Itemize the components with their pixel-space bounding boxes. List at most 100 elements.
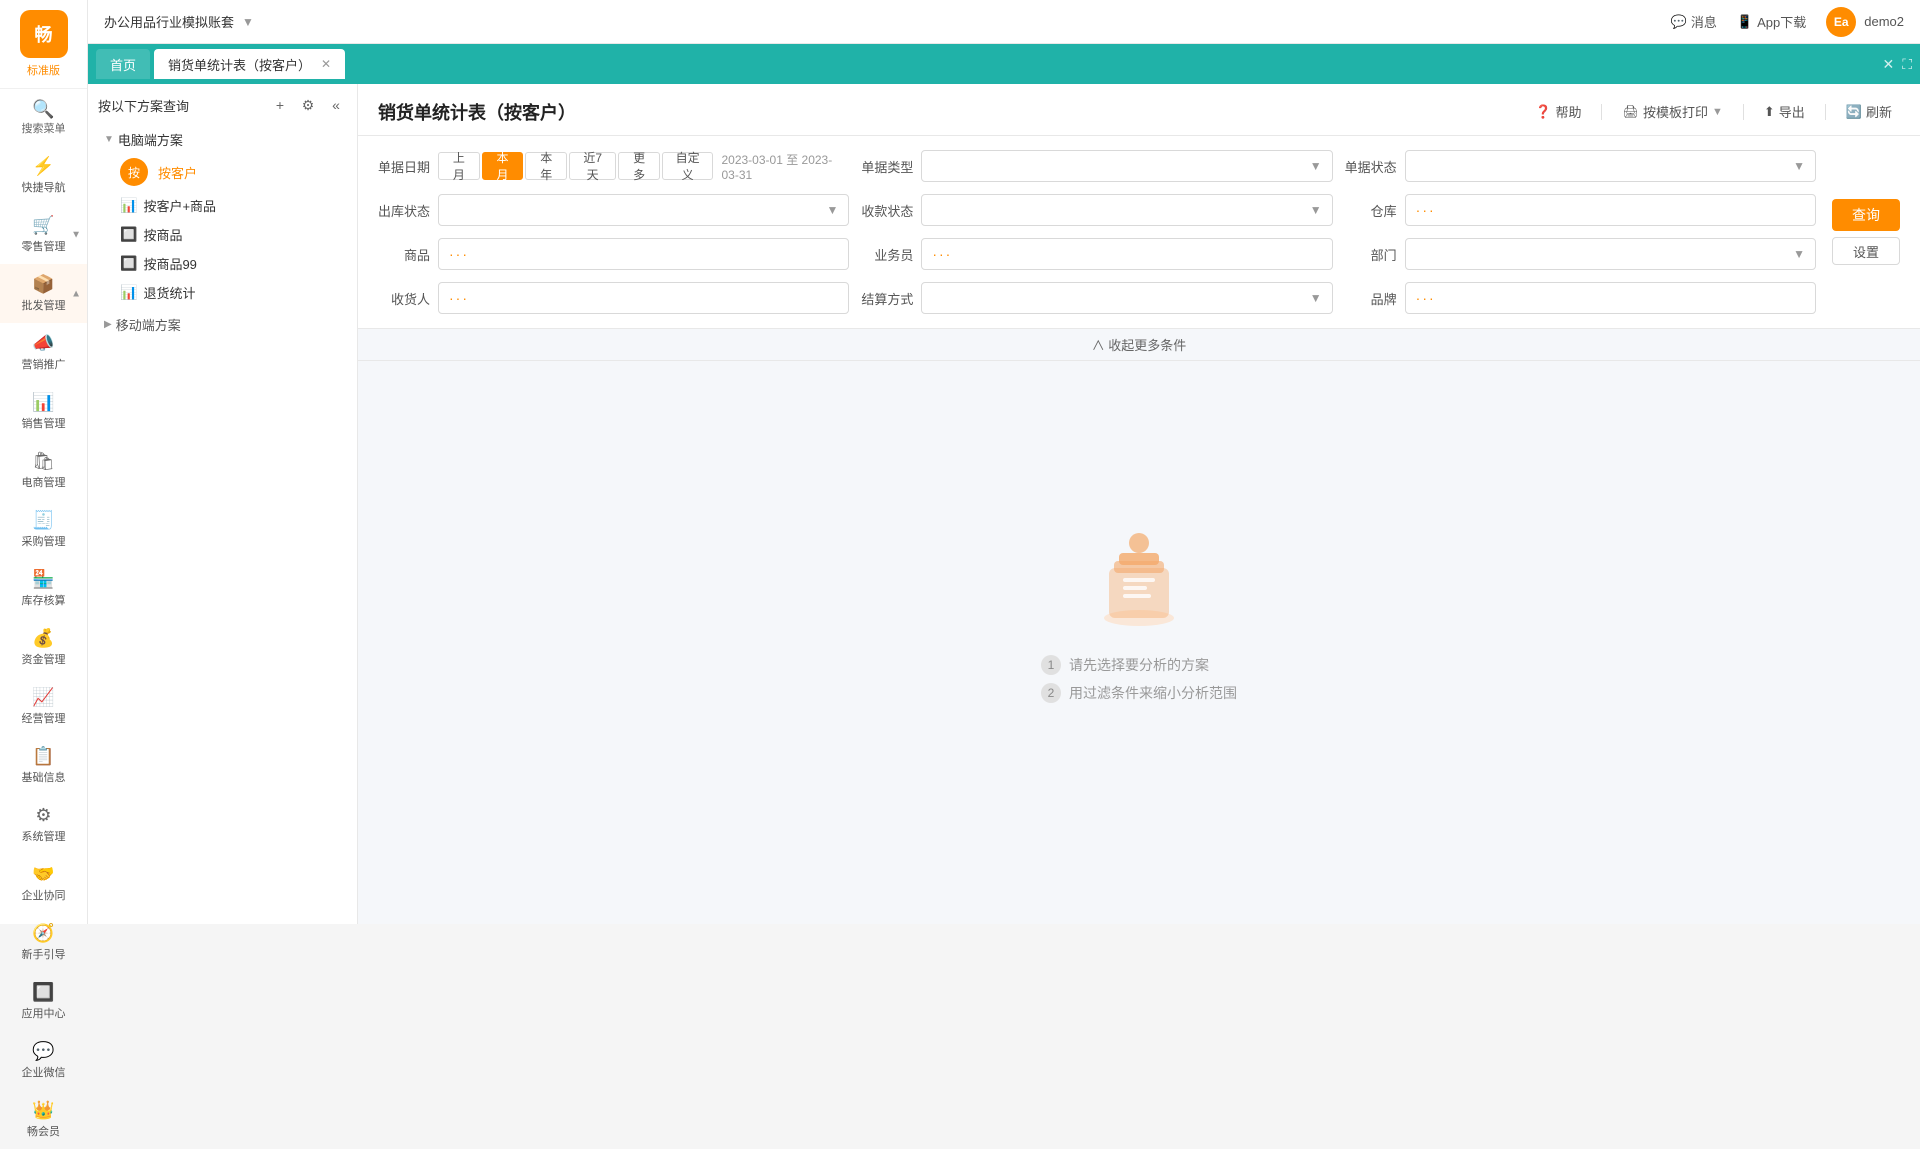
date-btn-last-month[interactable]: 上月 — [438, 152, 480, 180]
dept-input[interactable]: ▼ — [1405, 238, 1816, 270]
date-btn-this-month[interactable]: 本月 — [482, 152, 524, 180]
sidebar-item-ecommerce[interactable]: 🛍 电商管理 — [0, 441, 87, 500]
mobile-section: ▶ 移动端方案 — [98, 307, 347, 342]
empty-state: 1 请先选择要分析的方案 2 用过滤条件来缩小分析范围 — [358, 361, 1920, 924]
marketing-label: 营销推广 — [22, 356, 66, 372]
vip-icon: 👑 — [32, 1100, 54, 1121]
filter-main: 单据日期 上月 本月 本年 近7天 更多 自定义 — [378, 150, 1816, 314]
ship-input[interactable]: ▼ — [438, 194, 849, 226]
sidebar-item-wholesale[interactable]: 📦 批发管理 ▲ — [0, 264, 87, 323]
print-label: 按模板打印 — [1643, 102, 1708, 121]
sidebar-item-newbie[interactable]: 🧭 新手引导 — [0, 913, 87, 972]
sidebar-logo[interactable]: 畅 标准版 — [0, 0, 87, 89]
tab-close-icon[interactable]: ✕ — [321, 57, 331, 71]
staff-label: 业务员 — [861, 245, 913, 264]
settlement-input[interactable]: ▼ — [921, 282, 1332, 314]
collapse-text: ∧ 收起更多条件 — [1092, 338, 1187, 353]
logo-icon: 畅 — [20, 10, 68, 58]
app-download-action[interactable]: 📱 App下载 — [1737, 12, 1806, 31]
brand-input[interactable]: ··· — [1405, 282, 1816, 314]
header-title-wrap[interactable]: 办公用品行业模拟账套 ▼ — [104, 12, 254, 31]
goods-label: 商品 — [378, 245, 430, 264]
sidebar-item-marketing[interactable]: 📣 营销推广 — [0, 323, 87, 382]
scheme-by-customer-label: 按客户 — [158, 163, 197, 182]
tab-home[interactable]: 首页 — [96, 49, 150, 79]
desktop-section-toggle[interactable]: ▼ 电脑端方案 — [98, 126, 347, 153]
settings-button[interactable]: 设置 — [1832, 237, 1900, 265]
settings-scheme-button[interactable]: ⚙ — [297, 94, 319, 116]
scheme-return-stat[interactable]: 📊 退货统计 — [114, 278, 347, 307]
scheme-by-goods[interactable]: 🔲 按商品 — [114, 220, 347, 249]
sidebar-item-purchase[interactable]: 🧾 采购管理 — [0, 500, 87, 559]
scheme-by-customer-goods[interactable]: 📊 按客户+商品 — [114, 191, 347, 220]
scheme-by-customer[interactable]: 按 按客户 — [114, 153, 347, 191]
print-button[interactable]: 🖨 按模板打印 ▼ — [1614, 98, 1730, 125]
collapse-panel-button[interactable]: « — [325, 94, 347, 116]
retail-arrow: ▼ — [71, 229, 81, 240]
sidebar-item-vip[interactable]: 👑 畅会员 — [0, 1090, 87, 1149]
query-button[interactable]: 查询 — [1832, 199, 1900, 231]
sidebar-search[interactable]: 🔍 搜索菜单 — [0, 89, 87, 146]
status-label: 单据状态 — [1345, 157, 1397, 176]
ecommerce-label: 电商管理 — [22, 474, 66, 490]
apps-icon: 🔲 — [32, 982, 54, 1003]
receiver-input[interactable]: ··· — [438, 282, 849, 314]
tab-close-window-icon[interactable]: ✕ — [1882, 56, 1894, 73]
refresh-icon: 🔄 — [1846, 104, 1862, 120]
finance-icon: 💰 — [32, 628, 54, 649]
user-profile[interactable]: Ea demo2 — [1826, 7, 1904, 37]
payment-input[interactable]: ▼ — [921, 194, 1332, 226]
type-input[interactable]: ▼ — [921, 150, 1332, 182]
date-btn-custom[interactable]: 自定义 — [662, 152, 714, 180]
sidebar-item-corp[interactable]: 🤝 企业协同 — [0, 854, 87, 913]
sidebar-item-retail[interactable]: 🛒 零售管理 ▼ — [0, 205, 87, 264]
refresh-button[interactable]: 🔄 刷新 — [1838, 98, 1900, 125]
date-btn-7days[interactable]: 近7天 — [569, 152, 616, 180]
sidebar-item-ops[interactable]: 📈 经营管理 — [0, 677, 87, 736]
scheme-by-goods99[interactable]: 🔲 按商品99 — [114, 249, 347, 278]
empty-illustration — [1079, 523, 1199, 643]
empty-tips: 1 请先选择要分析的方案 2 用过滤条件来缩小分析范围 — [1041, 655, 1237, 703]
tab-sales-stat[interactable]: 销货单统计表（按客户） ✕ — [154, 49, 345, 79]
sidebar-item-system[interactable]: ⚙ 系统管理 — [0, 795, 87, 854]
goods-input[interactable]: ··· — [438, 238, 849, 270]
help-button[interactable]: ❓ 帮助 — [1527, 98, 1589, 125]
divider3 — [1825, 104, 1826, 120]
tip-num-1: 1 — [1041, 655, 1061, 675]
sidebar-item-quick-nav[interactable]: ⚡ 快捷导航 — [0, 146, 87, 205]
sidebar-item-sales[interactable]: 📊 销售管理 — [0, 382, 87, 441]
sidebar-item-basic[interactable]: 📋 基础信息 — [0, 736, 87, 795]
export-button[interactable]: ⬆ 导出 — [1756, 98, 1813, 125]
purchase-label: 采购管理 — [22, 533, 66, 549]
ops-label: 经营管理 — [22, 710, 66, 726]
dept-label: 部门 — [1345, 245, 1397, 264]
status-filter-item: 单据状态 ▼ — [1345, 150, 1816, 182]
sidebar-item-wechat[interactable]: 💬 企业微信 — [0, 1031, 87, 1090]
warehouse-input[interactable]: ··· — [1405, 194, 1816, 226]
print-arrow: ▼ — [1712, 106, 1723, 118]
goods-filter-item: 商品 ··· — [378, 238, 849, 270]
status-input[interactable]: ▼ — [1405, 150, 1816, 182]
desktop-tree-group: 按 按客户 📊 按客户+商品 🔲 按商品 🔲 按商品99 📊 退货统 — [98, 153, 347, 307]
staff-input[interactable]: ··· — [921, 238, 1332, 270]
ops-icon: 📈 — [32, 687, 54, 708]
mobile-section-toggle[interactable]: ▶ 移动端方案 — [98, 311, 347, 338]
logo-text: 标准版 — [27, 62, 60, 78]
message-action[interactable]: 💬 消息 — [1671, 12, 1717, 31]
empty-tip-2: 2 用过滤条件来缩小分析范围 — [1041, 683, 1237, 703]
sidebar-item-finance[interactable]: 💰 资金管理 — [0, 618, 87, 677]
sidebar-item-stock[interactable]: 🏪 库存核算 — [0, 559, 87, 618]
date-btn-more[interactable]: 更多 — [618, 152, 660, 180]
sidebar-item-apps[interactable]: 🔲 应用中心 — [0, 972, 87, 1031]
wholesale-label: 批发管理 — [22, 297, 66, 313]
add-scheme-button[interactable]: + — [269, 94, 291, 116]
refresh-label: 刷新 — [1866, 102, 1892, 121]
search-label: 搜索菜单 — [0, 120, 87, 136]
date-btn-this-year[interactable]: 本年 — [525, 152, 567, 180]
mobile-arrow: ▶ — [104, 319, 112, 330]
collapse-bar[interactable]: ∧ 收起更多条件 — [358, 329, 1920, 361]
tab-maximize-icon[interactable]: ⛶ — [1902, 56, 1912, 73]
date-filter: 上月 本月 本年 近7天 更多 自定义 2023-03-01 至 2023-03… — [438, 151, 849, 182]
type-filter-item: 单据类型 ▼ — [861, 150, 1332, 182]
scheme-by-customer-goods-label: 按客户+商品 — [143, 196, 216, 215]
